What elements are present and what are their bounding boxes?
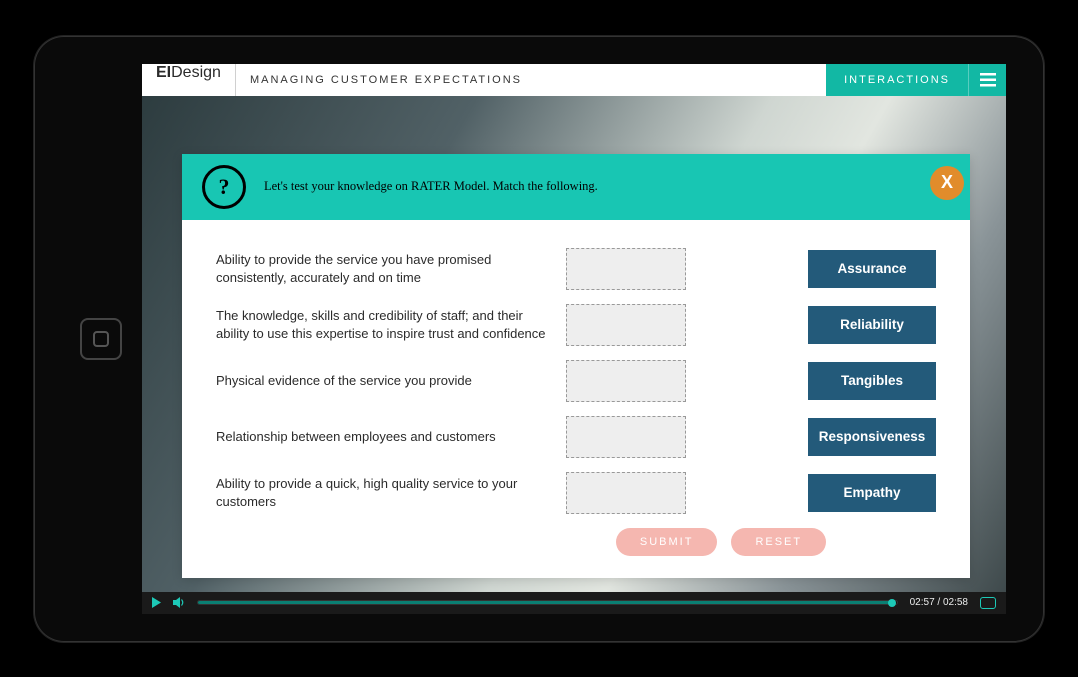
hamburger-icon — [980, 73, 996, 87]
course-title: MANAGING CUSTOMER EXPECTATIONS — [236, 74, 522, 86]
cc-button[interactable] — [980, 597, 996, 609]
time-display: 02:57 / 02:58 — [910, 597, 968, 608]
submit-button[interactable]: SUBMIT — [616, 528, 718, 556]
drop-zone[interactable] — [566, 248, 686, 290]
close-button[interactable]: X — [930, 166, 964, 200]
match-row: The knowledge, skills and credibility of… — [216, 304, 936, 346]
match-description: The knowledge, skills and credibility of… — [216, 307, 546, 342]
play-icon[interactable] — [152, 597, 161, 608]
volume-icon[interactable] — [173, 597, 185, 608]
modal-header: ? Let's test your knowledge on RATER Mod… — [182, 154, 970, 220]
match-description: Relationship between employees and custo… — [216, 428, 546, 446]
match-description: Ability to provide a quick, high quality… — [216, 475, 546, 510]
menu-button[interactable] — [968, 64, 1006, 96]
match-description: Ability to provide the service you have … — [216, 251, 546, 286]
home-button[interactable] — [80, 318, 122, 360]
option-responsiveness[interactable]: Responsiveness — [808, 418, 936, 456]
modal-actions: SUBMIT RESET — [216, 528, 936, 556]
drop-zone[interactable] — [566, 472, 686, 514]
quiz-instruction: Let's test your knowledge on RATER Model… — [264, 179, 598, 194]
drop-zone[interactable] — [566, 416, 686, 458]
match-row: Ability to provide a quick, high quality… — [216, 472, 936, 514]
video-player-bar: 02:57 / 02:58 — [142, 592, 1006, 614]
option-reliability[interactable]: Reliability — [808, 306, 936, 344]
tablet-frame: EIDesign MANAGING CUSTOMER EXPECTATIONS … — [34, 36, 1044, 642]
reset-button[interactable]: RESET — [731, 528, 826, 556]
progress-bar[interactable] — [197, 600, 898, 605]
brand-logo: EIDesign — [142, 64, 236, 96]
option-assurance[interactable]: Assurance — [808, 250, 936, 288]
match-row: Relationship between employees and custo… — [216, 416, 936, 458]
progress-handle[interactable] — [888, 599, 896, 607]
option-tangibles[interactable]: Tangibles — [808, 362, 936, 400]
match-row: Physical evidence of the service you pro… — [216, 360, 936, 402]
drop-zone[interactable] — [566, 304, 686, 346]
interactions-button[interactable]: INTERACTIONS — [826, 64, 968, 96]
quiz-modal: ? Let's test your knowledge on RATER Mod… — [182, 154, 970, 578]
question-icon: ? — [202, 165, 246, 209]
modal-body: Ability to provide the service you have … — [182, 220, 970, 578]
top-bar: EIDesign MANAGING CUSTOMER EXPECTATIONS … — [142, 64, 1006, 96]
screen: EIDesign MANAGING CUSTOMER EXPECTATIONS … — [142, 64, 1006, 614]
match-description: Physical evidence of the service you pro… — [216, 372, 546, 390]
match-row: Ability to provide the service you have … — [216, 248, 936, 290]
option-empathy[interactable]: Empathy — [808, 474, 936, 512]
drop-zone[interactable] — [566, 360, 686, 402]
